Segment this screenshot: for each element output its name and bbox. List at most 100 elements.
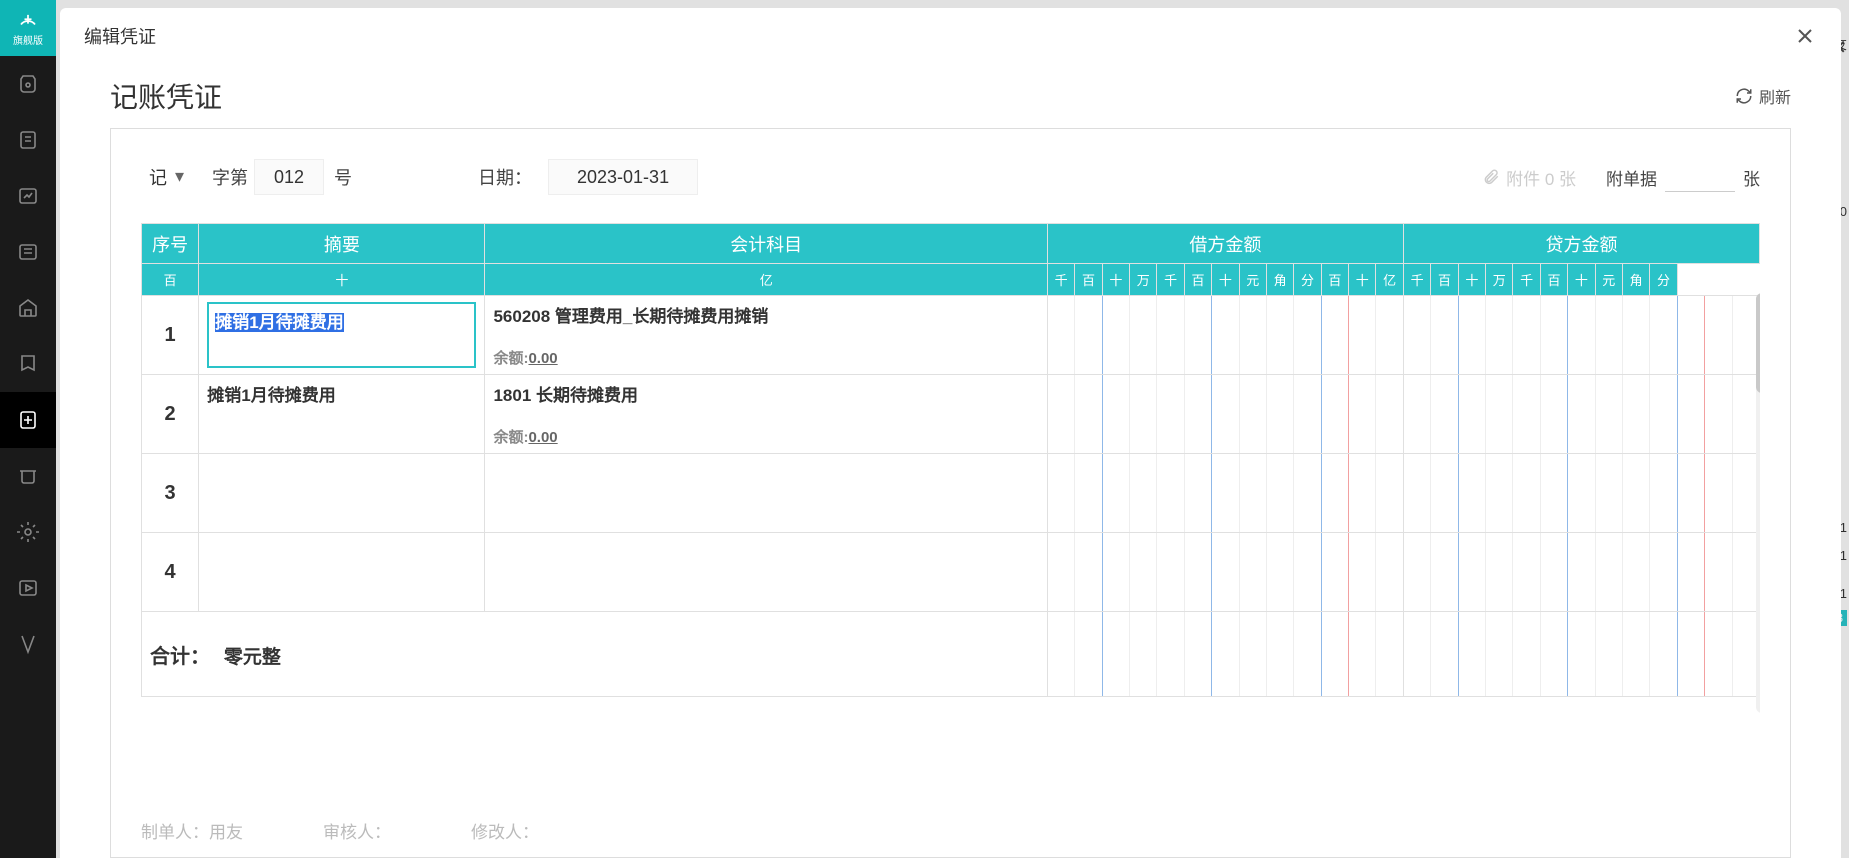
nav-icon-9[interactable] bbox=[0, 504, 56, 560]
digit-header: 千 bbox=[1047, 264, 1074, 296]
row-debit-cell[interactable] bbox=[1047, 533, 1403, 612]
modifier: 修改人： bbox=[471, 818, 539, 843]
scrollbar-thumb[interactable] bbox=[1756, 293, 1760, 393]
nav-icon-5[interactable] bbox=[0, 280, 56, 336]
voucher-frame: 记 ▾ 字第 号 日期： 附件 0 张 附单据 张 bbox=[110, 128, 1791, 858]
modal-body: 记账凭证 刷新 记 ▾ 字第 号 日期： 附件 0 张 bbox=[60, 64, 1841, 858]
refresh-icon bbox=[1735, 87, 1753, 105]
nav-icon-11[interactable] bbox=[0, 616, 56, 672]
digit-header: 百 bbox=[1075, 264, 1102, 296]
chevron-down-icon: ▾ bbox=[175, 166, 184, 187]
row-credit-cell[interactable] bbox=[1403, 296, 1759, 375]
slip-count-input[interactable] bbox=[1665, 162, 1735, 192]
nav-icon-1[interactable] bbox=[0, 56, 56, 112]
nav-icon-2[interactable] bbox=[0, 112, 56, 168]
left-sidebar: 旗舰版 bbox=[0, 0, 56, 858]
row-credit-cell[interactable] bbox=[1403, 533, 1759, 612]
row-balance: 余额:0.00 bbox=[493, 347, 557, 368]
col-debit: 借方金额 bbox=[1047, 224, 1403, 264]
row-account-cell[interactable] bbox=[485, 454, 1047, 533]
voucher-table: 序号 摘要 会计科目 借方金额 贷方金额 百十亿千百十万千百十元角分百十亿千百十… bbox=[141, 223, 1760, 697]
row-account-cell[interactable] bbox=[485, 533, 1047, 612]
refresh-label: 刷新 bbox=[1759, 84, 1791, 108]
table-scrollbar[interactable] bbox=[1756, 293, 1760, 713]
row-debit-cell[interactable] bbox=[1047, 454, 1403, 533]
digit-header: 千 bbox=[1157, 264, 1184, 296]
voucher-row: 3 bbox=[142, 454, 1760, 533]
nav-icon-8[interactable] bbox=[0, 448, 56, 504]
digit-header: 十 bbox=[1102, 264, 1129, 296]
row-seq: 2 bbox=[142, 375, 199, 454]
attachment-link[interactable]: 附件 0 张 bbox=[1482, 165, 1576, 190]
row-credit-cell[interactable] bbox=[1403, 375, 1759, 454]
row-summary-cell[interactable]: 摊销1月待摊费用 bbox=[199, 296, 485, 375]
voucher-number-input[interactable] bbox=[254, 159, 324, 195]
voucher-tbody: 1摊销1月待摊费用560208 管理费用_长期待摊费用摊销余额:0.002摊销1… bbox=[142, 296, 1760, 612]
voucher-row: 1摊销1月待摊费用560208 管理费用_长期待摊费用摊销余额:0.00 bbox=[142, 296, 1760, 375]
digit-header: 万 bbox=[1130, 264, 1157, 296]
voucher-type-select[interactable]: 记 ▾ bbox=[141, 164, 192, 191]
digit-header: 十 bbox=[1458, 264, 1485, 296]
voucher-subhead: 百十亿千百十万千百十元角分百十亿千百十万千百十元角分 bbox=[142, 264, 1760, 296]
voucher-meta-row: 记 ▾ 字第 号 日期： 附件 0 张 附单据 张 bbox=[141, 159, 1760, 195]
app-edition-label: 旗舰版 bbox=[13, 32, 43, 47]
paperclip-icon bbox=[1482, 168, 1500, 186]
voucher-thead: 序号 摘要 会计科目 借方金额 贷方金额 bbox=[142, 224, 1760, 264]
digit-header: 元 bbox=[1239, 264, 1266, 296]
digit-header: 十 bbox=[199, 264, 485, 296]
row-seq: 4 bbox=[142, 533, 199, 612]
digit-header: 百 bbox=[1431, 264, 1458, 296]
row-summary-cell[interactable] bbox=[199, 533, 485, 612]
voucher-table-wrap: 序号 摘要 会计科目 借方金额 贷方金额 百十亿千百十万千百十元角分百十亿千百十… bbox=[141, 223, 1760, 804]
row-credit-cell[interactable] bbox=[1403, 454, 1759, 533]
digit-header: 十 bbox=[1349, 264, 1376, 296]
col-account: 会计科目 bbox=[485, 224, 1047, 264]
digit-header: 亿 bbox=[1376, 264, 1403, 296]
digit-header: 角 bbox=[1622, 264, 1649, 296]
row-seq: 1 bbox=[142, 296, 199, 375]
voucher-type-value: 记 bbox=[149, 164, 167, 190]
digit-header: 百 bbox=[142, 264, 199, 296]
modal-title: 编辑凭证 bbox=[84, 23, 1793, 49]
digit-header: 角 bbox=[1266, 264, 1293, 296]
voucher-row: 2摊销1月待摊费用1801 长期待摊费用余额:0.00 bbox=[142, 375, 1760, 454]
close-icon[interactable] bbox=[1793, 24, 1817, 48]
refresh-button[interactable]: 刷新 bbox=[1735, 84, 1791, 108]
slip-area: 附单据 张 bbox=[1606, 162, 1760, 192]
doc-header: 记账凭证 刷新 bbox=[110, 64, 1791, 128]
voucher-date-input[interactable] bbox=[548, 159, 698, 195]
row-debit-cell[interactable] bbox=[1047, 296, 1403, 375]
edit-voucher-modal: 编辑凭证 记账凭证 刷新 记 ▾ 字第 号 日期： bbox=[60, 8, 1841, 858]
total-debit bbox=[1047, 612, 1403, 697]
row-summary-cell[interactable] bbox=[199, 454, 485, 533]
row-account-cell[interactable]: 1801 长期待摊费用余额:0.00 bbox=[485, 375, 1047, 454]
modal-header: 编辑凭证 bbox=[60, 8, 1841, 64]
app-logo: 旗舰版 bbox=[0, 0, 56, 56]
digit-header: 百 bbox=[1321, 264, 1348, 296]
row-summary-cell[interactable]: 摊销1月待摊费用 bbox=[199, 375, 485, 454]
digit-header: 百 bbox=[1184, 264, 1211, 296]
row-debit-cell[interactable] bbox=[1047, 375, 1403, 454]
row-account-cell[interactable]: 560208 管理费用_长期待摊费用摊销余额:0.00 bbox=[485, 296, 1047, 375]
digit-header: 万 bbox=[1486, 264, 1513, 296]
nav-icon-3[interactable] bbox=[0, 168, 56, 224]
row-seq: 3 bbox=[142, 454, 199, 533]
total-text: 零元整 bbox=[214, 647, 281, 668]
col-summary: 摘要 bbox=[199, 224, 485, 264]
col-credit: 贷方金额 bbox=[1403, 224, 1759, 264]
summary-edit-input[interactable]: 摊销1月待摊费用 bbox=[207, 302, 476, 368]
slip-unit: 张 bbox=[1743, 165, 1760, 190]
date-label: 日期： bbox=[478, 164, 532, 190]
digit-header: 分 bbox=[1294, 264, 1321, 296]
nav-icon-4[interactable] bbox=[0, 224, 56, 280]
digit-header: 十 bbox=[1212, 264, 1239, 296]
nav-icon-6[interactable] bbox=[0, 336, 56, 392]
slip-label: 附单据 bbox=[1606, 165, 1657, 190]
nav-icon-7[interactable] bbox=[0, 392, 56, 448]
nav-icon-10[interactable] bbox=[0, 560, 56, 616]
total-credit bbox=[1403, 612, 1759, 697]
digit-header: 亿 bbox=[485, 264, 1047, 296]
voucher-total-row: 合计： 零元整 bbox=[142, 612, 1760, 697]
digit-header: 千 bbox=[1513, 264, 1540, 296]
zidi-label: 字第 bbox=[212, 164, 248, 190]
